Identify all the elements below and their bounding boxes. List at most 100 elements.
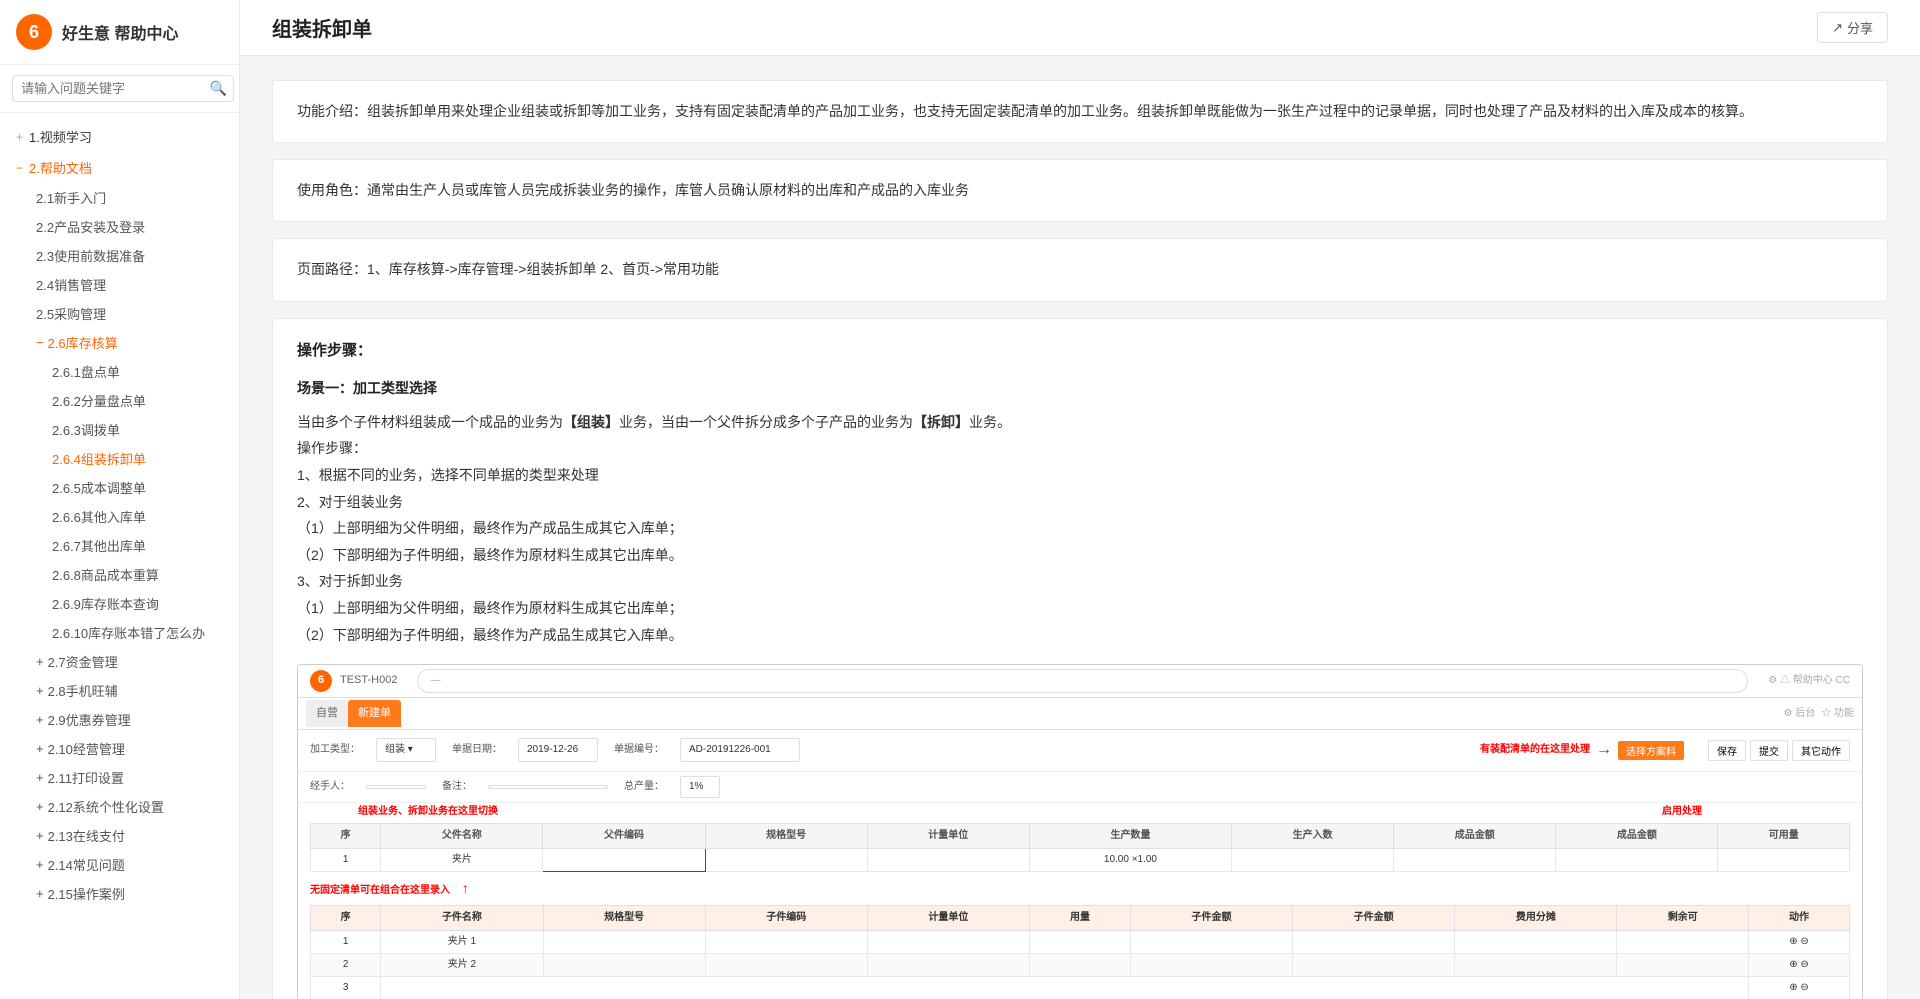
mock-browser-icons: ⚙ △ 帮助中心 CC [1768, 672, 1850, 690]
nav-sub-item-266[interactable]: 2.6.6其他入库单 [44, 502, 239, 531]
mock-nav-right: ⚙ 后台 ☆ 功能 [1783, 705, 1854, 723]
mock-op-row: 经手人： 备注： 总产量： 1% [298, 772, 1862, 803]
nav-sub-26-children: 2.6.1盘点单 2.6.2分量盘点单 2.6.3调拨单 2.6.4组装拆卸单 … [28, 357, 239, 647]
logo-icon: 6 [16, 14, 52, 50]
table-row: 1 夹片 10.00 ×1.00 [311, 848, 1850, 871]
expand-icon-docs: − [16, 161, 23, 175]
intro-card: 功能介绍：组装拆卸单用来处理企业组装或拆卸等加工业务，支持有固定装配清单的产品加… [272, 80, 1888, 143]
logo-area: 6 好生意 帮助中心 [0, 0, 239, 65]
steps-label: 操作步骤： [297, 435, 1863, 462]
nav-sub-item-23[interactable]: 2.3使用前数据准备 [28, 241, 239, 270]
expand-icon-video: + [16, 130, 23, 144]
step3: 3、对于拆卸业务 [297, 568, 1863, 595]
nav-sub-item-24[interactable]: 2.4销售管理 [28, 270, 239, 299]
share-icon: ↗ [1832, 20, 1843, 36]
nav-sub-item-21[interactable]: 2.1新手入门 [28, 183, 239, 212]
nav-sub-item-268[interactable]: 2.6.8商品成本重算 [44, 560, 239, 589]
nav-sub-item-27[interactable]: +2.7资金管理 [28, 647, 239, 676]
nav-sub-item-212[interactable]: +2.12系统个性化设置 [28, 792, 239, 821]
step3-sub1: （1）上部明细为父件明细，最终作为原材料生成其它出库单； [297, 595, 1863, 622]
nav-sub-item-213[interactable]: +2.13在线支付 [28, 821, 239, 850]
steps-title: 操作步骤： [297, 337, 1863, 364]
scenario1-desc: 当由多个子件材料组装成一个成品的业务为【组装】业务，当由一个父件拆分成多个子产品… [297, 409, 1863, 436]
mock-select-plan-btn[interactable]: 选择方案料 [1618, 741, 1684, 760]
step2-sub1: （1）上部明细为父件明细，最终作为产成品生成其它入库单； [297, 515, 1863, 542]
nav-sub-item-261[interactable]: 2.6.1盘点单 [44, 357, 239, 386]
sidebar-item-label-docs: 2.帮助文档 [29, 158, 92, 177]
mock-sub-annotation-area: 无固定清单可在组合在这里录入 ↑ [298, 876, 1862, 903]
mock-date-label: 单据日期： [452, 741, 502, 759]
nav-sub-item-29[interactable]: +2.9优惠券管理 [28, 705, 239, 734]
intro-text: 功能介绍：组装拆卸单用来处理企业组装或拆卸等加工业务，支持有固定装配清单的产品加… [297, 99, 1863, 124]
mock-form-header: 加工类型： 组装 ▾ 单据日期： 2019-12-26 单据编号： AD-201… [298, 730, 1862, 772]
mock-tabs: 自营 新建单 [306, 700, 401, 728]
sidebar-item-video[interactable]: + 1.视频学习 [0, 121, 239, 152]
mock-num-input[interactable]: AD-20191226-001 [680, 738, 800, 762]
expand-icon-26: − [36, 335, 44, 350]
nav-sub-item-267[interactable]: 2.6.7其他出库单 [44, 531, 239, 560]
docs-subnav: 2.1新手入门 2.2产品安装及登录 2.3使用前数据准备 2.4销售管理 2.… [0, 183, 239, 908]
path-text: 页面路径：1、库存核算->库存管理->组装拆卸单 2、首页->常用功能 [297, 257, 1863, 282]
nav-sub-item-28[interactable]: +2.8手机旺辅 [28, 676, 239, 705]
mock-type-input[interactable]: 组装 ▾ [376, 738, 436, 762]
mock-save-btn[interactable]: 保存 [1708, 740, 1746, 761]
mock-num-label: 单据编号： [614, 741, 664, 759]
nav-tree: + 1.视频学习 − 2.帮助文档 2.1新手入门 2.2产品安装及登录 2.3… [0, 113, 239, 999]
mock-date-input[interactable]: 2019-12-26 [518, 738, 598, 762]
mock-upper-table-area: 序 父件名称 父件编码 规格型号 计量单位 生产数量 生产入数 成品金额 成品金… [298, 803, 1862, 876]
steps-card: 操作步骤： 场景一：加工类型选择 当由多个子件材料组装成一个成品的业务为【组装】… [272, 318, 1888, 999]
table-row: 2 夹片 2 ⊕ ⊖ [311, 954, 1850, 977]
annotation-arrow-1: → [1596, 736, 1612, 765]
sidebar-item-label-video: 1.视频学习 [29, 127, 92, 146]
nav-sub-item-214[interactable]: +2.14常见问题 [28, 850, 239, 879]
mock-tab-ziying[interactable]: 自营 [306, 700, 348, 728]
screenshot-container: 6 TEST-H002 — ⚙ △ 帮助中心 CC 自营 新建单 ⚙ 后台 ☆ … [297, 664, 1863, 999]
nav-sub-item-264[interactable]: 2.6.4组装拆卸单 [44, 444, 239, 473]
mock-submit-btn[interactable]: 提交 [1750, 740, 1788, 761]
nav-sub-item-22[interactable]: 2.2产品安装及登录 [28, 212, 239, 241]
nav-sub-item-269[interactable]: 2.6.9库存账本查询 [44, 589, 239, 618]
mock-lower-table-area: 序 子件名称 规格型号 子件编码 计量单位 用量 子件金额 子件金额 费用分摊 … [298, 903, 1862, 999]
step2-sub2: （2）下部明细为子件明细，最终作为原材料生成其它出库单。 [297, 542, 1863, 569]
nav-sub-item-262[interactable]: 2.6.2分量盘点单 [44, 386, 239, 415]
mock-url-bar: — [417, 669, 1748, 693]
step1: 1、根据不同的业务，选择不同单据的类型来处理 [297, 462, 1863, 489]
nav-sub-item-211[interactable]: +2.11打印设置 [28, 763, 239, 792]
table-row: 1 夹片 1 ⊕ ⊖ [311, 931, 1850, 954]
share-button[interactable]: ↗ 分享 [1817, 12, 1888, 43]
mock-upper-table: 序 父件名称 父件编码 规格型号 计量单位 生产数量 生产入数 成品金额 成品金… [310, 823, 1850, 872]
sidebar: 6 好生意 帮助中心 🔍 + 1.视频学习 − 2.帮助文档 2.1新手入门 2… [0, 0, 240, 999]
search-area: 🔍 [0, 65, 239, 113]
main-header: 组装拆卸单 ↗ 分享 [240, 0, 1920, 56]
path-card: 页面路径：1、库存核算->库存管理->组装拆卸单 2、首页->常用功能 [272, 238, 1888, 301]
mock-topbar: 6 TEST-H002 — ⚙ △ 帮助中心 CC [298, 665, 1862, 698]
nav-sub-item-263[interactable]: 2.6.3调拨单 [44, 415, 239, 444]
role-text: 使用角色：通常由生产人员或库管人员完成拆装业务的操作，库管人员确认原材料的出库和… [297, 178, 1863, 203]
mock-select-btn-area: 有装配清单的在这里处理 → 选择方案料 [1480, 736, 1684, 765]
nav-sub-item-210[interactable]: +2.10经营管理 [28, 734, 239, 763]
sidebar-item-docs[interactable]: − 2.帮助文档 2.1新手入门 2.2产品安装及登录 2.3使用前数据准备 2… [0, 152, 239, 908]
nav-sub-item-2610[interactable]: 2.6.10库存账本错了怎么办 [44, 618, 239, 647]
mock-lower-table: 序 子件名称 规格型号 子件编码 计量单位 用量 子件金额 子件金额 费用分摊 … [310, 905, 1850, 999]
annotation-text-1: 有装配清单的在这里处理 [1480, 741, 1590, 759]
annotation-fixed-bom: 无固定清单可在组合在这里录入 [310, 885, 450, 896]
mock-tab-new[interactable]: 新建单 [348, 700, 401, 728]
step3-sub2: （2）下部明细为子件明细，最终作为产成品生成其它入库单。 [297, 622, 1863, 649]
mock-action-btns: 保存 提交 其它动作 [1708, 740, 1850, 761]
mock-app-nav: 自营 新建单 ⚙ 后台 ☆ 功能 [298, 698, 1862, 730]
scenario1-title: 场景一：加工类型选择 [297, 376, 1863, 401]
nav-sub-item-25[interactable]: 2.5采购管理 [28, 299, 239, 328]
mock-logo-icon: 6 [310, 670, 332, 692]
logo-text: 好生意 帮助中心 [62, 20, 178, 44]
nav-sub-item-26[interactable]: − 2.6库存核算 [28, 328, 239, 357]
search-icon[interactable]: 🔍 [210, 80, 227, 97]
mock-other-btn[interactable]: 其它动作 [1792, 740, 1850, 761]
role-card: 使用角色：通常由生产人员或库管人员完成拆装业务的操作，库管人员确认原材料的出库和… [272, 159, 1888, 222]
annotation-type-switch: 组装业务、拆卸业务在这里切换 [358, 803, 498, 821]
main-area: 组装拆卸单 ↗ 分享 功能介绍：组装拆卸单用来处理企业组装或拆卸等加工业务，支持… [240, 0, 1920, 999]
step2: 2、对于组装业务 [297, 489, 1863, 516]
nav-sub-item-215[interactable]: +2.15操作案例 [28, 879, 239, 908]
table-row: 3⊕ ⊖ [311, 977, 1850, 999]
nav-sub-item-265[interactable]: 2.6.5成本调整单 [44, 473, 239, 502]
search-input[interactable] [12, 75, 234, 102]
